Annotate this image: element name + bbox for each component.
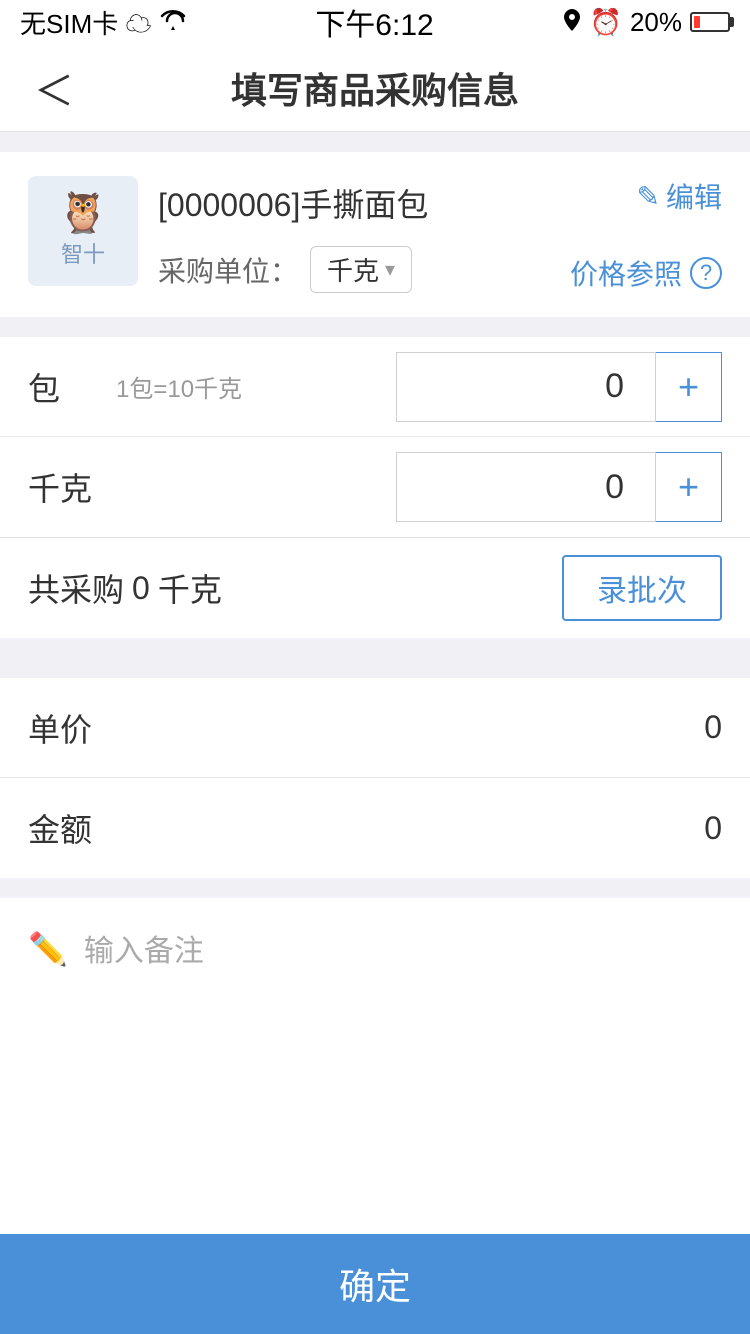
unit-price-value: 0	[704, 709, 722, 746]
batch-button[interactable]: 录批次	[562, 555, 722, 621]
divider-1	[0, 317, 750, 337]
nav-bar: ＜ 填写商品采购信息	[0, 44, 750, 132]
no-sim-label: 无SIM卡 ☁	[20, 4, 151, 41]
product-card: 🦉 智十 [0000006]手撕面包 采购单位： 千克 ▾ ✎ 编辑 价格参照 …	[0, 152, 750, 317]
amount-label: 金额	[28, 805, 92, 851]
status-right: ⏰ 20%	[562, 7, 730, 38]
price-ref-label: 价格参照	[570, 253, 682, 293]
total-prefix: 共采购	[28, 565, 124, 611]
unit-price-label: 单价	[28, 705, 92, 751]
page-title: 填写商品采购信息	[231, 62, 519, 114]
edit-button[interactable]: ✎ 编辑	[637, 176, 722, 216]
bag-sublabel: 1包=10千克	[116, 369, 242, 404]
dropdown-arrow-icon: ▾	[385, 257, 395, 282]
price-ref-button[interactable]: 价格参照 ?	[570, 253, 722, 293]
battery-percent: 20%	[630, 7, 682, 38]
alarm-icon: ⏰	[590, 7, 622, 38]
status-bar: 无SIM卡 ☁ 下午6:12 ⏰ 20%	[0, 0, 750, 44]
total-unit: 千克	[158, 565, 222, 611]
battery-icon	[690, 12, 730, 32]
confirm-button[interactable]: 确定	[0, 1234, 750, 1334]
kg-input-row: 千克 +	[0, 437, 750, 537]
total-value: 0	[132, 570, 150, 607]
unit-select[interactable]: 千克 ▾	[310, 246, 412, 293]
status-time: 下午6:12	[315, 0, 433, 44]
purchase-unit-label: 采购单位：	[158, 250, 298, 290]
price-section: 单价 0 金额 0	[0, 678, 750, 878]
bag-label: 包	[28, 364, 108, 410]
total-section: 共采购 0 千克 录批次	[0, 537, 750, 638]
kg-label: 千克	[28, 464, 108, 510]
amount-row: 金额 0	[0, 778, 750, 878]
edit-icon: ✎	[637, 180, 660, 213]
amount-value: 0	[704, 810, 722, 847]
wifi-icon	[159, 7, 187, 38]
edit-label: 编辑	[666, 176, 722, 216]
bag-input[interactable]	[396, 352, 656, 422]
total-row: 共采购 0 千克 录批次	[0, 538, 750, 638]
help-icon[interactable]: ?	[690, 257, 722, 289]
bag-input-row: 包 1包=10千克 +	[0, 337, 750, 437]
input-section: 包 1包=10千克 + 千克 +	[0, 337, 750, 537]
back-button[interactable]: ＜	[24, 49, 84, 127]
kg-plus-button[interactable]: +	[656, 452, 722, 522]
divider-2	[0, 638, 750, 658]
unit-value: 千克	[327, 251, 379, 288]
product-thumbnail: 🦉 智十	[28, 176, 138, 286]
pencil-icon: ✏️	[28, 930, 68, 968]
location-icon	[562, 7, 582, 38]
product-logo: 🦉	[58, 193, 108, 233]
status-left: 无SIM卡 ☁	[20, 4, 187, 41]
brand-label: 智十	[61, 237, 105, 269]
notes-placeholder: 输入备注	[84, 926, 204, 970]
bag-plus-button[interactable]: +	[656, 352, 722, 422]
unit-price-row: 单价 0	[0, 678, 750, 778]
kg-input[interactable]	[396, 452, 656, 522]
